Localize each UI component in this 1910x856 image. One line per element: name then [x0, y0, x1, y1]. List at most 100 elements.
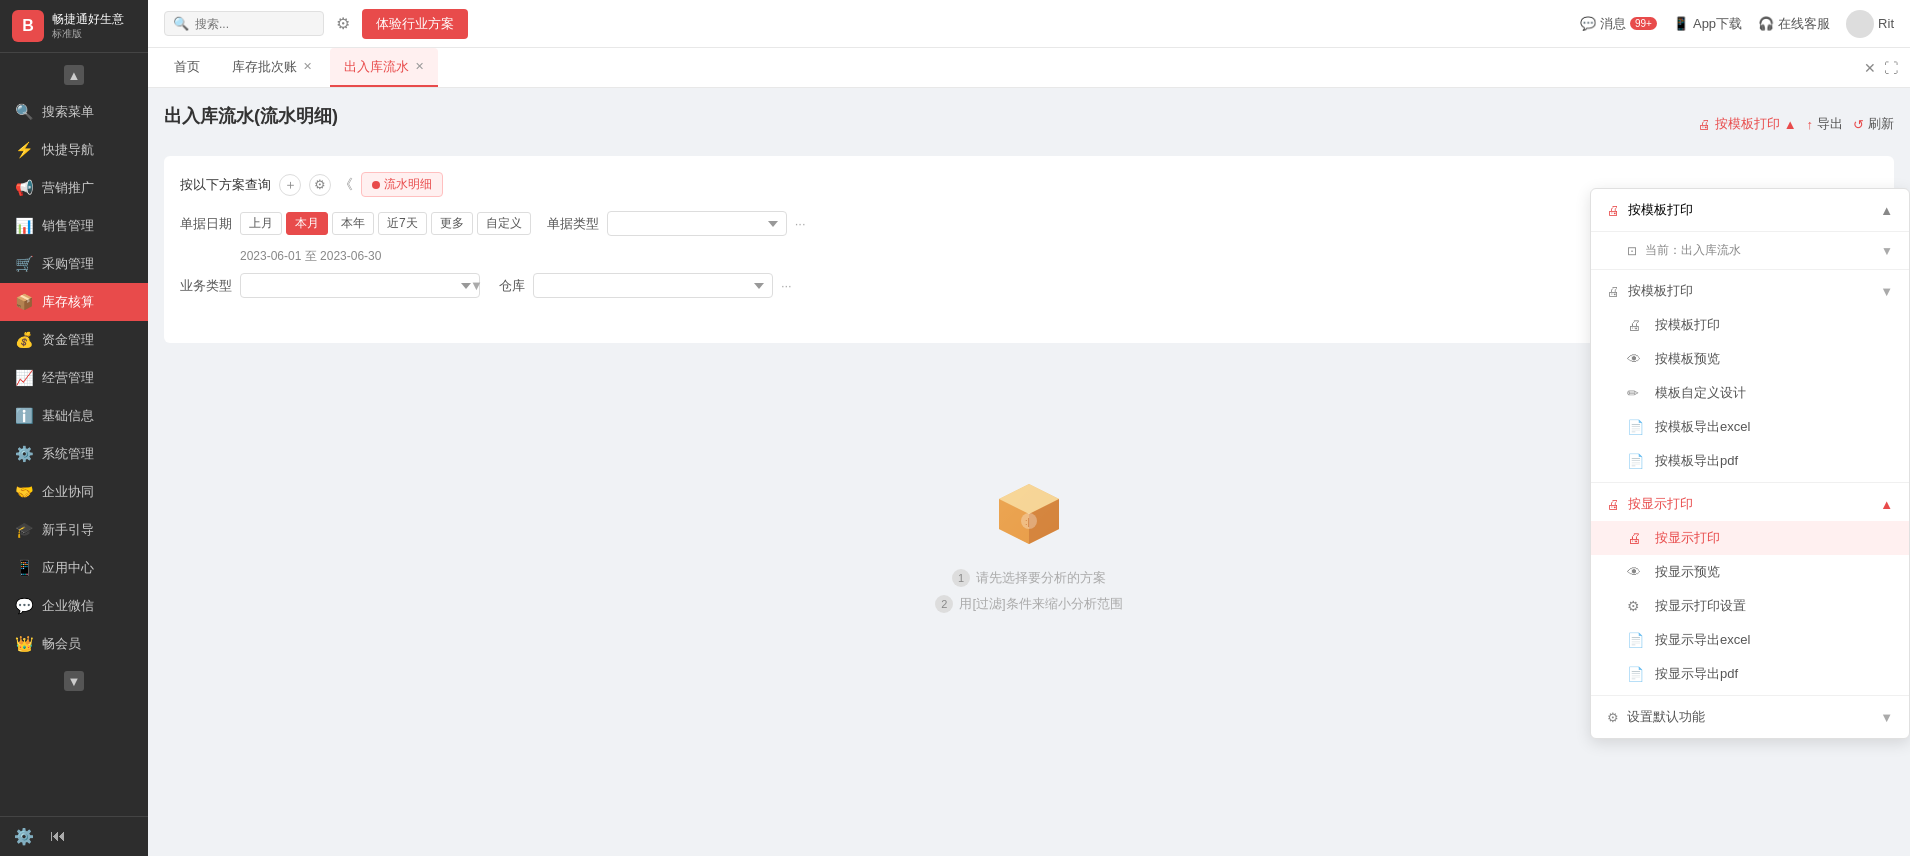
scroll-up-btn[interactable]: ▲ [64, 65, 84, 85]
print-panel-close-arrow[interactable]: ▲ [1880, 203, 1893, 218]
display-section-chevron: ▲ [1880, 497, 1893, 512]
online-service-btn[interactable]: 🎧 在线客服 [1758, 15, 1830, 33]
sidebar-item-guide[interactable]: 🎓 新手引导 [0, 511, 148, 549]
date-btn-last-month[interactable]: 上月 [240, 212, 282, 235]
sidebar-item-finance[interactable]: 💰 资金管理 [0, 321, 148, 359]
display-excel-item[interactable]: 📄 按显示导出excel [1591, 623, 1909, 657]
sidebar-item-basic[interactable]: ℹ️ 基础信息 [0, 397, 148, 435]
display-print-settings-item[interactable]: ⚙ 按显示打印设置 [1591, 589, 1909, 623]
date-btn-custom[interactable]: 自定义 [477, 212, 531, 235]
sidebar-item-system[interactable]: ⚙️ 系统管理 [0, 435, 148, 473]
date-btn-7days[interactable]: 近7天 [378, 212, 427, 235]
sidebar-item-wechat[interactable]: 💬 企业微信 [0, 587, 148, 625]
sidebar-bottom: ⚙️ ⏮ [0, 816, 148, 856]
tab-home[interactable]: 首页 [160, 48, 214, 87]
sidebar-item-collab[interactable]: 🤝 企业协同 [0, 473, 148, 511]
finance-icon: 💰 [14, 331, 34, 349]
warehouse-select[interactable] [533, 273, 773, 298]
tab-expand-icon[interactable]: ⛶ [1884, 60, 1898, 76]
display-section-header[interactable]: 🖨 按显示打印 ▲ [1591, 487, 1909, 521]
sidebar-item-quick-nav[interactable]: ⚡ 快捷导航 [0, 131, 148, 169]
print-panel-title: 🖨 按模板打印 [1607, 201, 1693, 219]
sidebar-item-sales[interactable]: 📊 销售管理 [0, 207, 148, 245]
doctype-select[interactable] [607, 211, 787, 236]
user-avatar [1846, 10, 1874, 38]
excel-icon-1: 📄 [1627, 419, 1645, 435]
tab-batch[interactable]: 库存批次账 ✕ [218, 48, 326, 87]
filter-collapse-icon[interactable]: 《 [339, 176, 353, 194]
biztype-select[interactable] [240, 273, 480, 298]
template-excel-item[interactable]: 📄 按模板导出excel [1591, 410, 1909, 444]
sidebar-item-purchase[interactable]: 🛒 采购管理 [0, 245, 148, 283]
print-panel-icon: 🖨 [1607, 203, 1620, 218]
user-menu[interactable]: Rit [1846, 10, 1894, 38]
current-dropdown-icon[interactable]: ▼ [1881, 244, 1893, 258]
doctype-label: 单据类型 [547, 215, 599, 233]
refresh-icon: ↺ [1853, 117, 1864, 132]
sidebar-item-operations[interactable]: 📈 经营管理 [0, 359, 148, 397]
tab-close-batch[interactable]: ✕ [303, 61, 312, 72]
print-template-btn[interactable]: 🖨 按模板打印 ▲ [1698, 115, 1797, 133]
app-download-btn[interactable]: 📱 App下载 [1673, 15, 1742, 33]
filter-add-btn[interactable]: ＋ [279, 174, 301, 196]
sidebar-item-marketing[interactable]: 📢 营销推广 [0, 169, 148, 207]
filter-settings-btn[interactable]: ⚙ [309, 174, 331, 196]
sidebar-item-label: 基础信息 [42, 407, 94, 425]
display-print-icon: 🖨 [1627, 530, 1645, 546]
display-preview-item[interactable]: 👁 按显示预览 [1591, 555, 1909, 589]
tab-close-flow[interactable]: ✕ [415, 61, 424, 72]
template-design-item[interactable]: ✏ 模板自定义设计 [1591, 376, 1909, 410]
print-panel-header: 🖨 按模板打印 ▲ [1591, 189, 1909, 232]
message-badge: 99+ [1630, 17, 1657, 30]
sidebar-item-label: 营销推广 [42, 179, 94, 197]
marketing-icon: 📢 [14, 179, 34, 197]
sidebar-settings-icon[interactable]: ⚙️ [14, 827, 34, 846]
sidebar-item-label: 企业微信 [42, 597, 94, 615]
sidebar-item-appcenter[interactable]: 📱 应用中心 [0, 549, 148, 587]
display-pdf-item[interactable]: 📄 按显示导出pdf [1591, 657, 1909, 691]
template-section-header[interactable]: 🖨 按模板打印 ▼ [1591, 274, 1909, 308]
message-icon: 💬 [1580, 16, 1596, 31]
sidebar-logo: B 畅捷通好生意 标准版 [0, 0, 148, 53]
topbar-search-box[interactable]: 🔍 [164, 11, 324, 36]
printer-icon: 🖨 [1698, 117, 1711, 132]
sidebar-item-search[interactable]: 🔍 搜索菜单 [0, 93, 148, 131]
template-pdf-item[interactable]: 📄 按模板导出pdf [1591, 444, 1909, 478]
tabbar: 首页 库存批次账 ✕ 出入库流水 ✕ ✕ ⛶ [148, 48, 1910, 88]
topbar-search-input[interactable] [195, 17, 295, 31]
filter-header-label: 按以下方案查询 [180, 176, 271, 194]
date-shortcuts: 上月 本月 本年 近7天 更多 自定义 [240, 212, 531, 235]
content-area: 出入库流水(流水明细) 🖨 按模板打印 ▲ ↑ 导出 ↺ 刷新 [148, 88, 1910, 856]
topbar-gear-icon[interactable]: ⚙ [336, 14, 350, 33]
empty-illustration: :| [979, 459, 1079, 549]
sidebar-item-member[interactable]: 👑 畅会员 [0, 625, 148, 663]
scroll-down-btn[interactable]: ▼ [64, 671, 84, 691]
template-preview-item[interactable]: 👁 按模板预览 [1591, 342, 1909, 376]
topbar-search-icon: 🔍 [173, 16, 189, 31]
print-icon-1: 🖨 [1627, 317, 1645, 333]
date-btn-this-month[interactable]: 本月 [286, 212, 328, 235]
design-icon: ✏ [1627, 385, 1645, 401]
template-print-item[interactable]: 🖨 按模板打印 [1591, 308, 1909, 342]
date-btn-this-year[interactable]: 本年 [332, 212, 374, 235]
export-btn[interactable]: ↑ 导出 [1807, 115, 1844, 133]
tabbar-right: ✕ ⛶ [1864, 60, 1898, 76]
tab-close-all-icon[interactable]: ✕ [1864, 60, 1876, 76]
headset-icon: 🎧 [1758, 16, 1774, 31]
sidebar-item-inventory[interactable]: 📦 库存核算 [0, 283, 148, 321]
sidebar-collapse-icon[interactable]: ⏮ [50, 827, 66, 846]
display-print-item[interactable]: 🖨 按显示打印 [1591, 521, 1909, 555]
display-settings-icon: ⚙ [1627, 598, 1645, 614]
doctype-more-icon[interactable]: ··· [795, 216, 806, 231]
member-icon: 👑 [14, 635, 34, 653]
message-btn[interactable]: 💬 消息 99+ [1580, 15, 1657, 33]
filter-tag[interactable]: 流水明细 [361, 172, 443, 197]
tab-flow[interactable]: 出入库流水 ✕ [330, 48, 438, 87]
default-settings-item[interactable]: ⚙ 设置默认功能 ▼ [1591, 700, 1909, 734]
refresh-btn[interactable]: ↺ 刷新 [1853, 115, 1894, 133]
date-btn-more[interactable]: 更多 [431, 212, 473, 235]
tag-dot [372, 181, 380, 189]
wechat-icon: 💬 [14, 597, 34, 615]
industry-btn[interactable]: 体验行业方案 [362, 9, 468, 39]
warehouse-more-icon[interactable]: ··· [781, 278, 792, 293]
